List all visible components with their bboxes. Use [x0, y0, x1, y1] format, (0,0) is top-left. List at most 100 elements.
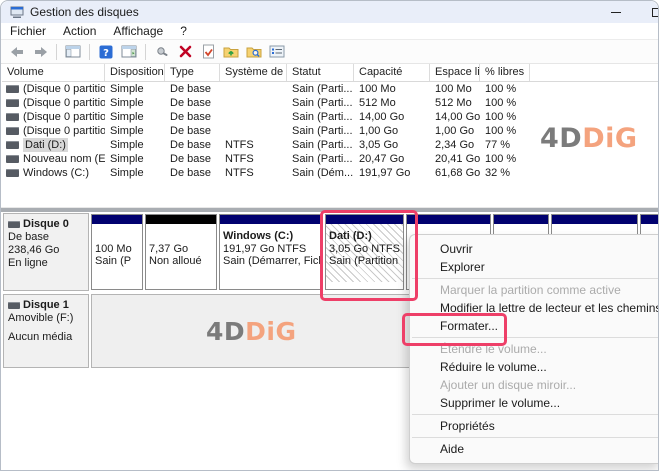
disk0-type: De base [8, 231, 49, 243]
col-systeme[interactable]: Système de ... [220, 64, 287, 81]
table-row[interactable]: Windows (C:) Simple De base NTFS Sain (D… [2, 166, 658, 180]
cell-fs: NTFS [225, 167, 254, 179]
col-espace[interactable]: Espace li... [430, 64, 480, 81]
cell-type: De base [170, 83, 211, 95]
volume-icon [6, 113, 19, 121]
partition-size: 3,05 Go NTFS [329, 242, 400, 255]
menu-item-ouvrir[interactable]: Ouvrir [410, 240, 658, 258]
partition-size: 191,97 Go NTFS [223, 242, 307, 255]
help-icon[interactable]: ? [96, 43, 116, 61]
col-libres[interactable]: % libres [480, 64, 530, 81]
cell-type: De base [170, 97, 211, 109]
pane-splitter[interactable] [1, 207, 658, 212]
cell-statut: Sain (Parti... [292, 125, 353, 137]
cell-capacite: 3,05 Go [359, 139, 399, 151]
menu-fichier[interactable]: Fichier [10, 24, 55, 38]
table-row[interactable]: (Disque 0 partition... Simple De base Sa… [2, 110, 658, 124]
cell-capacite: 512 Mo [359, 97, 396, 109]
cell-statut: Sain (Parti... [292, 83, 353, 95]
col-type[interactable]: Type [165, 64, 220, 81]
cell-fs: NTFS [225, 153, 254, 165]
partition-color-bar [326, 215, 403, 224]
folder-up-icon[interactable] [221, 43, 241, 61]
cell-fs [220, 96, 287, 110]
menu-item-modifier-lettre[interactable]: Modifier la lettre de lecteur et les che… [410, 299, 658, 317]
action-pane-icon[interactable] [119, 43, 139, 61]
cell-disposition: Simple [110, 139, 144, 151]
volume-name: (Disque 0 partition... [23, 83, 105, 95]
toolbar-separator [89, 43, 90, 60]
delete-icon[interactable] [175, 43, 195, 61]
table-row[interactable]: (Disque 0 partition... Simple De base Sa… [2, 82, 658, 96]
partition-status: Non alloué [149, 255, 202, 267]
cell-statut: Sain (Dém... [292, 167, 354, 179]
menu-help[interactable]: ? [180, 24, 196, 38]
console-tree-icon[interactable] [63, 43, 83, 61]
menu-item-explorer[interactable]: Explorer [410, 258, 658, 276]
table-row[interactable]: Nouveau nom (E:) Simple De base NTFS Sai… [2, 152, 658, 166]
cell-libres: 100 % [485, 97, 517, 109]
volume-icon [6, 127, 19, 135]
menu-item-formater[interactable]: Formater... [410, 317, 658, 335]
window-title: Gestion des disques [30, 5, 139, 19]
menu-affichage[interactable]: Affichage [113, 24, 172, 38]
volume-name: (Disque 0 partition... [23, 125, 105, 137]
partition-color-bar [92, 215, 142, 224]
partition-color-bar [146, 215, 216, 224]
volume-icon [6, 99, 19, 107]
cell-libres: 100 % [485, 83, 517, 95]
cell-type: De base [170, 153, 211, 165]
toolbar: ? [1, 39, 658, 64]
col-statut[interactable]: Statut [287, 64, 354, 81]
cell-disposition: Simple [110, 83, 144, 95]
partition-system[interactable]: 100 Mo Sain (P [91, 214, 143, 290]
partition-unallocated[interactable]: 7,37 Go Non alloué [145, 214, 217, 290]
minimize-button[interactable] [599, 1, 633, 23]
menu-separator [412, 337, 658, 338]
disk1-header[interactable]: Disque 1 Amovible (F:) Aucun média [3, 294, 89, 368]
popup-tool-icon[interactable] [152, 43, 172, 61]
menu-item-miroir: Ajouter un disque miroir... [440, 378, 577, 392]
back-icon[interactable] [7, 43, 27, 61]
col-disposition[interactable]: Disposition [105, 64, 165, 81]
table-row[interactable]: (Disque 0 partition... Simple De base Sa… [2, 96, 658, 110]
disk1-type: Amovible (F:) [8, 312, 74, 324]
partition-size: 100 Mo [95, 242, 132, 255]
cell-libres: 77 % [485, 139, 511, 151]
toolbar-separator [145, 43, 146, 60]
partition-color-bar [494, 215, 548, 224]
check-doc-icon[interactable] [198, 43, 218, 61]
menu-action[interactable]: Action [63, 24, 105, 38]
cell-disposition: Simple [110, 125, 144, 137]
menu-separator [412, 414, 658, 415]
partition-color-bar [552, 215, 637, 224]
cell-espace: 2,34 Go [435, 139, 475, 151]
properties-icon[interactable] [267, 43, 287, 61]
volume-list-header: Volume Disposition Type Système de ... S… [2, 63, 658, 82]
partition-color-bar [407, 215, 490, 224]
menu-item-proprietes[interactable]: Propriétés [410, 417, 658, 435]
disk0-size: 238,46 Go [8, 244, 60, 256]
maximize-button[interactable] [639, 1, 658, 23]
menu-item-supprimer[interactable]: Supprimer le volume... [410, 394, 658, 412]
partition-dati-d[interactable]: Dati (D:) 3,05 Go NTFS Sain (Partition [325, 214, 404, 290]
col-capacite[interactable]: Capacité [354, 64, 430, 81]
col-volume[interactable]: Volume [2, 64, 105, 81]
cell-disposition: Simple [110, 97, 144, 109]
volume-icon [6, 141, 19, 149]
partition-size: 7,37 Go [149, 242, 189, 255]
folder-search-icon[interactable] [244, 43, 264, 61]
volume-name: Dati (D:) [23, 138, 68, 152]
partition-windows-c[interactable]: Windows (C:) 191,97 Go NTFS Sain (Démarr… [219, 214, 323, 290]
cell-type: De base [170, 167, 211, 179]
cell-capacite: 191,97 Go [359, 167, 411, 179]
forward-icon[interactable] [30, 43, 50, 61]
menu-item-marquer-active: Marquer la partition comme active [440, 283, 621, 297]
volume-name: Windows (C:) [23, 167, 90, 179]
volume-icon [6, 85, 19, 93]
menu-item-reduire[interactable]: Réduire le volume... [410, 358, 658, 376]
disk0-header[interactable]: Disque 0 De base 238,46 Go En ligne [3, 213, 89, 291]
menu-item-aide[interactable]: Aide [410, 440, 658, 458]
partition-status: Sain (P [95, 255, 132, 267]
cell-statut: Sain (Parti... [292, 153, 353, 165]
